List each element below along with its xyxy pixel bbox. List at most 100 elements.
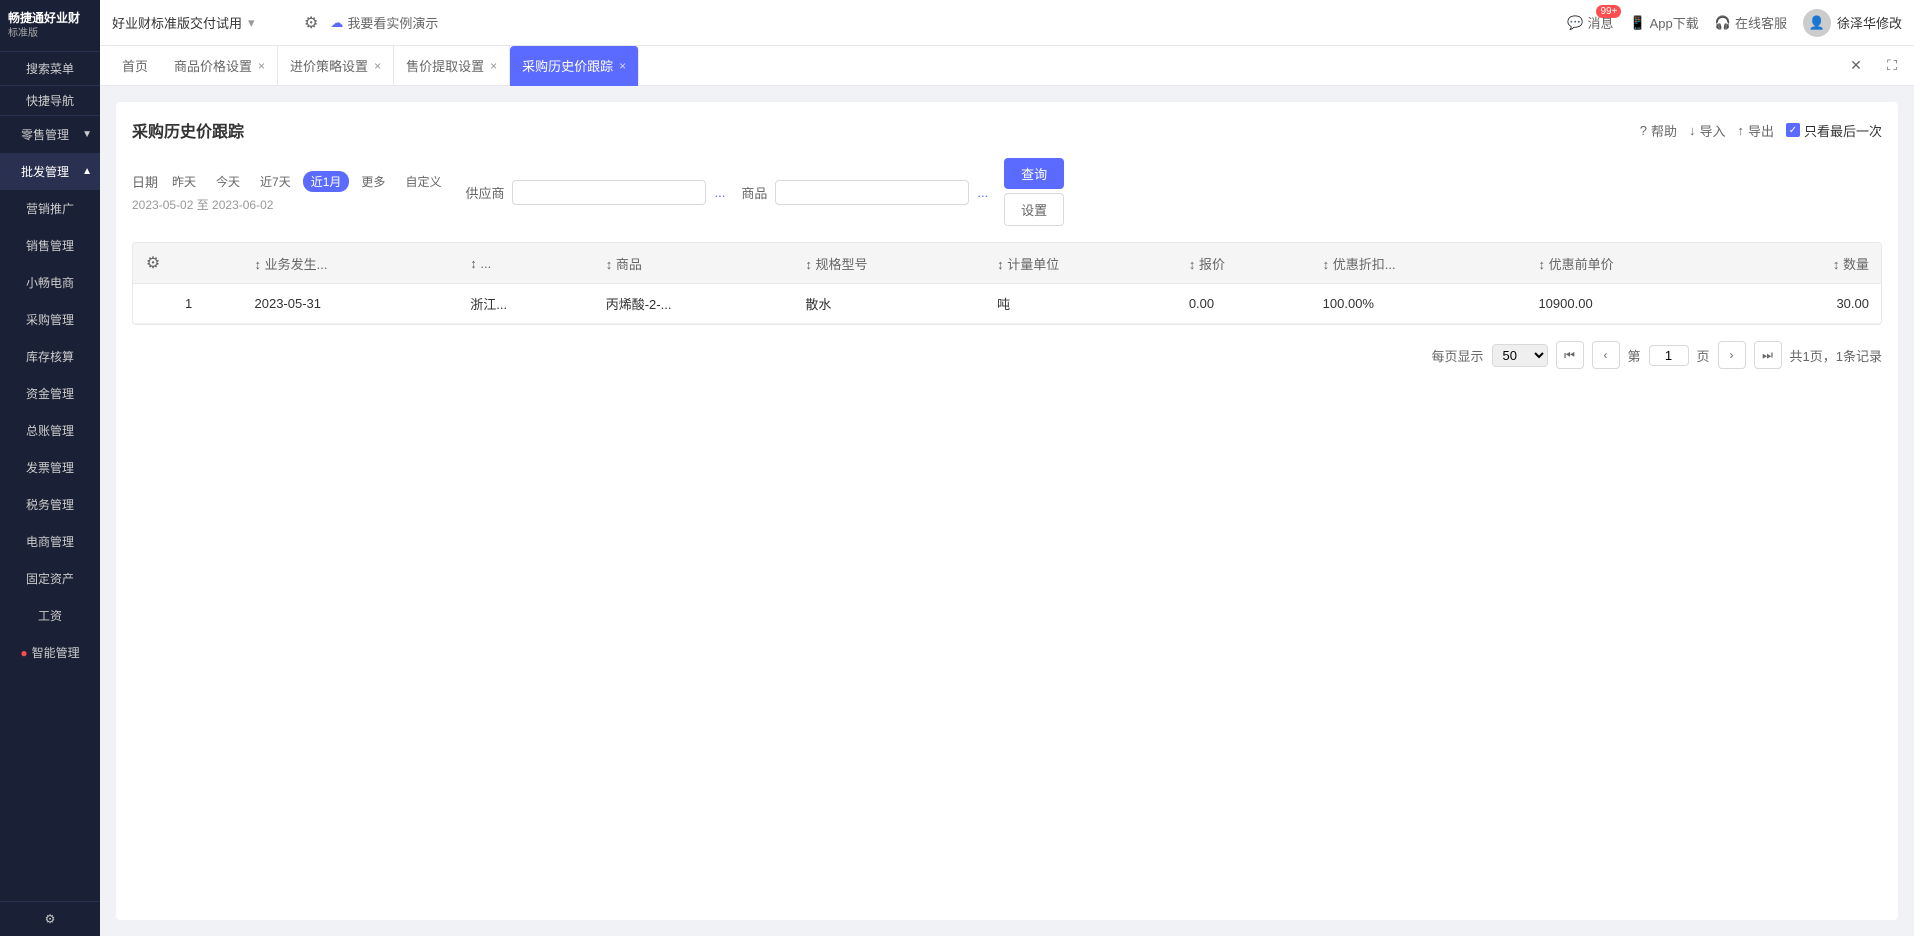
chevron-up-icon: ▲ — [82, 166, 92, 177]
sidebar-item-sales[interactable]: 销售管理 — [0, 227, 100, 264]
export-button[interactable]: ↑ 导出 — [1737, 121, 1774, 140]
help-icon: ? — [1640, 123, 1647, 138]
sidebar-item-assets[interactable]: 固定资产 — [0, 560, 100, 597]
sidebar-item-smart[interactable]: ●智能管理 — [0, 634, 100, 671]
settings-filter-button[interactable]: 设置 — [1004, 193, 1064, 226]
customer-service-button[interactable]: 🎧 在线客服 — [1715, 13, 1787, 32]
tab-close-icon[interactable]: × — [258, 59, 265, 73]
table-header-date[interactable]: ↕ 业务发生... — [243, 243, 459, 284]
close-tab-button[interactable]: ✕ — [1842, 52, 1870, 80]
sidebar-item-wholesale[interactable]: 批发管理 ▲ — [0, 153, 100, 190]
main-area: 好业财标准版交付试用 ▾ ⚙ ☁ 我要看实例演示 💬 消息 99+ 📱 App下… — [100, 0, 1914, 936]
tab-close-icon[interactable]: × — [374, 59, 381, 73]
user-avatar: 👤 — [1803, 9, 1831, 37]
export-icon: ↑ — [1737, 123, 1744, 138]
table-header-settings[interactable]: ⚙ — [133, 243, 173, 284]
tab-history-price[interactable]: 采购历史价跟踪 × — [510, 46, 639, 86]
table-header-row: ⚙ ↕ 业务发生... ↕ ... — [133, 243, 1881, 284]
table-header-price[interactable]: ↕ 报价 — [1177, 243, 1311, 284]
phone-icon: 📱 — [1629, 15, 1645, 31]
app-download-button[interactable]: 📱 App下载 — [1629, 13, 1698, 32]
tab-close-icon[interactable]: × — [490, 59, 497, 73]
last-only-checkbox[interactable]: ✓ 只看最后一次 — [1786, 121, 1882, 140]
content-area: 采购历史价跟踪 ? 帮助 ↓ 导入 ↑ 导出 ✓ — [100, 86, 1914, 936]
table-header-unit[interactable]: ↕ 计量单位 — [985, 243, 1177, 284]
logo-subtitle: 标准版 — [8, 27, 80, 41]
date-option-1month[interactable]: 近1月 — [303, 171, 350, 192]
filter-row: 日期 昨天 今天 近7天 近1月 更多 自定义 2023-05-02 至 202… — [132, 158, 1064, 226]
prev-page-button[interactable]: ‹ — [1592, 341, 1620, 369]
tab-product-price[interactable]: 商品价格设置 × — [162, 46, 278, 86]
row-gear — [133, 284, 173, 324]
sidebar-search[interactable]: 搜索菜单 — [0, 52, 100, 86]
date-option-today[interactable]: 今天 — [208, 171, 248, 192]
date-filter-group: 日期 昨天 今天 近7天 近1月 更多 自定义 2023-05-02 至 202… — [132, 171, 449, 213]
page-header: 采购历史价跟踪 ? 帮助 ↓ 导入 ↑ 导出 ✓ — [132, 118, 1882, 142]
supplier-input[interactable] — [512, 180, 706, 205]
version-selector[interactable]: 好业财标准版交付试用 ▾ — [112, 13, 292, 32]
import-icon: ↓ — [1689, 123, 1696, 138]
product-filter-label: 商品 — [741, 183, 767, 202]
user-info[interactable]: 👤 徐泽华修改 — [1803, 9, 1902, 37]
product-more-btn[interactable]: ... — [977, 185, 988, 200]
query-button[interactable]: 查询 — [1004, 158, 1064, 189]
first-page-button[interactable]: ⏮ — [1556, 341, 1584, 369]
date-filter-label: 日期 — [132, 172, 158, 191]
table-header-spec[interactable]: ↕ 规格型号 — [793, 243, 985, 284]
page-input[interactable] — [1649, 345, 1689, 366]
product-input[interactable] — [775, 180, 969, 205]
page-title: 采购历史价跟踪 — [132, 118, 244, 142]
sidebar-item-tax[interactable]: 税务管理 — [0, 486, 100, 523]
tab-purchase-strategy[interactable]: 进价策略设置 × — [278, 46, 394, 86]
sidebar-item-ecommerce-small[interactable]: 小畅电商 — [0, 264, 100, 301]
sidebar-item-ledger[interactable]: 总账管理 — [0, 412, 100, 449]
row-extra: 浙江... — [458, 284, 593, 324]
table-header-discount[interactable]: ↕ 优惠折扣... — [1311, 243, 1527, 284]
sidebar-item-retail[interactable]: 零售管理 ▼ — [0, 116, 100, 153]
expand-tab-button[interactable]: ⛶ — [1878, 52, 1906, 80]
sidebar-quick-nav[interactable]: 快捷导航 — [0, 86, 100, 116]
topbar-right: 💬 消息 99+ 📱 App下载 🎧 在线客服 👤 徐泽华修改 — [1567, 9, 1902, 37]
sidebar-item-marketing[interactable]: 营销推广 — [0, 190, 100, 227]
chevron-down-icon: ▾ — [248, 15, 255, 31]
sidebar-item-salary[interactable]: 工资 — [0, 597, 100, 634]
per-page-select[interactable]: 50 10 20 100 — [1492, 344, 1548, 367]
tabbar: 首页 商品价格设置 × 进价策略设置 × 售价提取设置 × 采购历史价跟踪 × … — [100, 46, 1914, 86]
last-page-button[interactable]: ⏭ — [1754, 341, 1782, 369]
tab-sale-price[interactable]: 售价提取设置 × — [394, 46, 510, 86]
help-button[interactable]: ? 帮助 — [1640, 121, 1677, 140]
demo-link[interactable]: ☁ 我要看实例演示 — [330, 13, 438, 32]
sidebar-item-inventory[interactable]: 库存核算 — [0, 338, 100, 375]
supplier-filter-label: 供应商 — [465, 183, 504, 202]
date-option-more[interactable]: 更多 — [353, 171, 393, 192]
message-button[interactable]: 💬 消息 99+ — [1567, 13, 1613, 32]
topbar: 好业财标准版交付试用 ▾ ⚙ ☁ 我要看实例演示 💬 消息 99+ 📱 App下… — [100, 0, 1914, 46]
table-header-product[interactable]: ↕ 商品 — [594, 243, 794, 284]
date-option-yesterday[interactable]: 昨天 — [164, 171, 204, 192]
date-option-7days[interactable]: 近7天 — [252, 171, 299, 192]
page-label: 第 — [1628, 346, 1641, 365]
supplier-filter-group: 供应商 ... — [465, 180, 725, 205]
sidebar-item-ecommerce[interactable]: 电商管理 — [0, 523, 100, 560]
headset-icon: 🎧 — [1715, 15, 1731, 31]
table-header-unit-price[interactable]: ↕ 优惠前单价 — [1526, 243, 1747, 284]
tab-home[interactable]: 首页 — [108, 46, 162, 86]
import-button[interactable]: ↓ 导入 — [1689, 121, 1726, 140]
row-unit-price: 10900.00 — [1526, 284, 1747, 324]
row-date: 2023-05-31 — [243, 284, 459, 324]
tab-close-icon[interactable]: × — [619, 59, 626, 73]
table-header-extra[interactable]: ↕ ... — [458, 243, 593, 284]
supplier-more-btn[interactable]: ... — [714, 185, 725, 200]
column-settings-icon[interactable]: ⚙ — [146, 255, 160, 272]
date-option-custom[interactable]: 自定义 — [397, 171, 449, 192]
sidebar-item-invoice[interactable]: 发票管理 — [0, 449, 100, 486]
table-header-quantity[interactable]: ↕ 数量 — [1747, 243, 1881, 284]
sidebar-settings-icon[interactable]: ⚙ — [0, 901, 100, 936]
user-icon: 👤 — [1809, 15, 1825, 31]
message-icon: 💬 — [1567, 15, 1583, 31]
sidebar-logo: 畅捷通好业财 标准版 — [0, 0, 100, 52]
sidebar-item-purchase[interactable]: 采购管理 — [0, 301, 100, 338]
topbar-settings-button[interactable]: ⚙ — [304, 13, 318, 33]
sidebar-item-finance[interactable]: 资金管理 — [0, 375, 100, 412]
next-page-button[interactable]: › — [1718, 341, 1746, 369]
